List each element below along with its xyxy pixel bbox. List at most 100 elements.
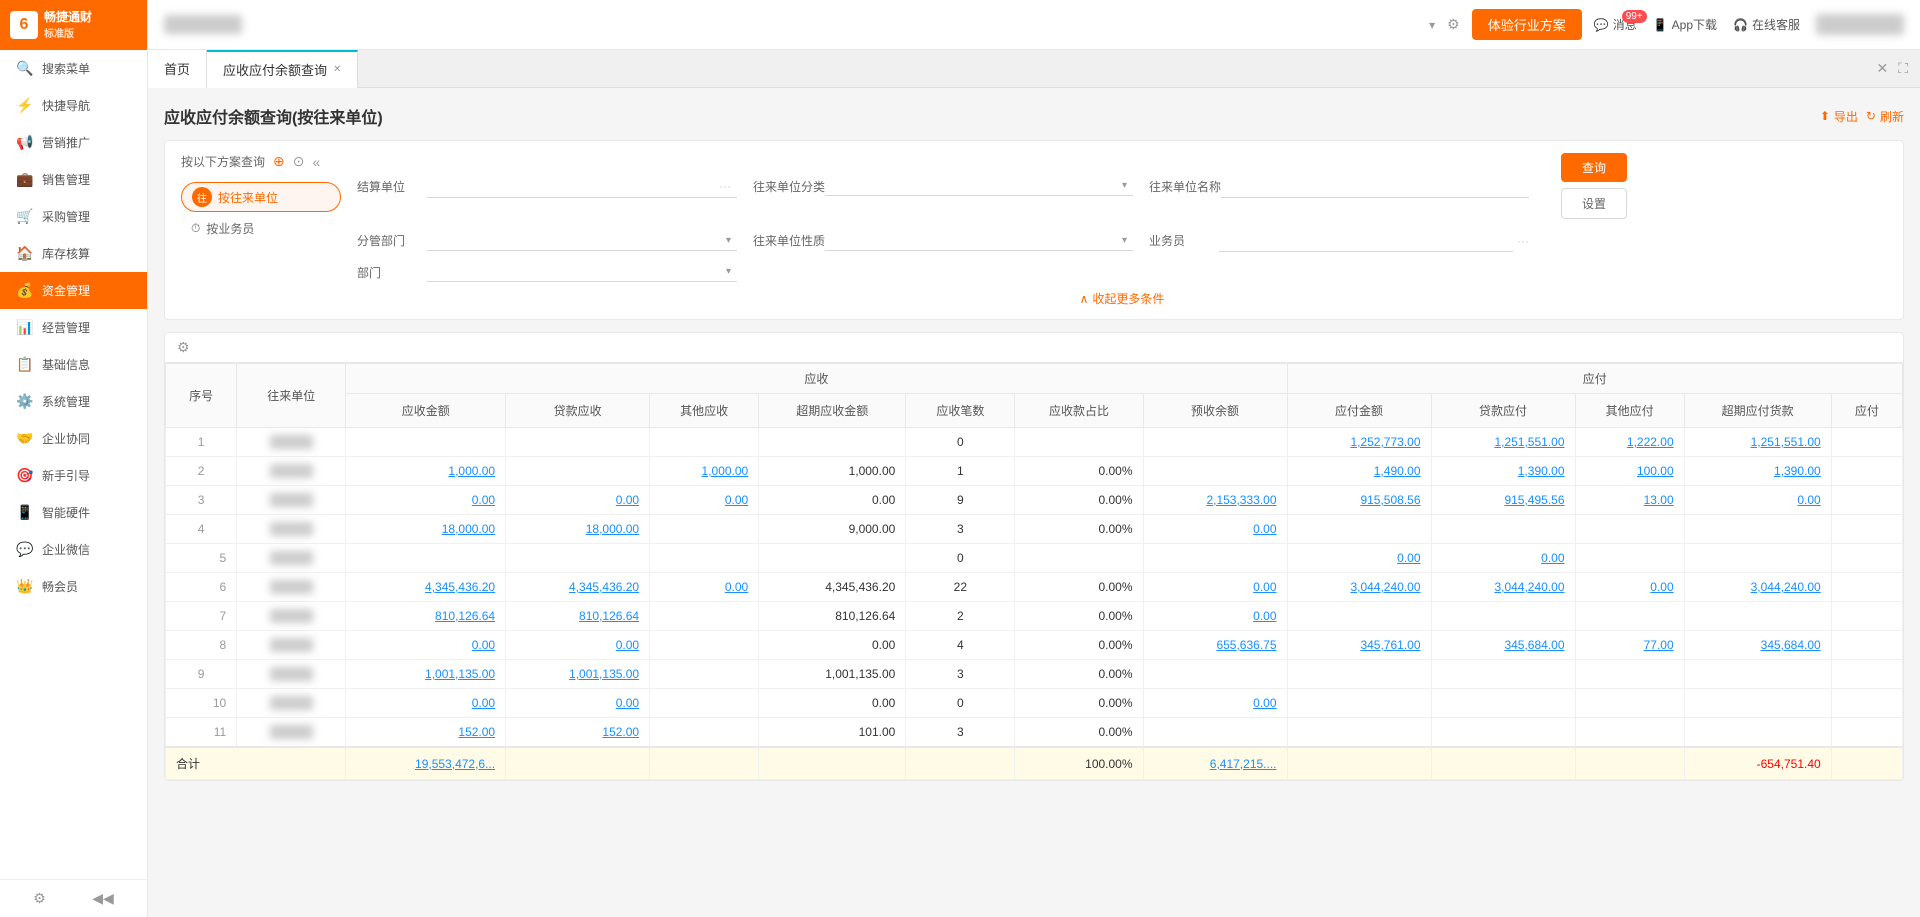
filter-dept-manager: 分管部门 ▾ <box>357 231 737 251</box>
export-label: 导出 <box>1834 108 1858 125</box>
online-service-btn[interactable]: 🎧 在线客服 <box>1733 16 1800 33</box>
col-payable-extra <box>1831 428 1902 457</box>
col-receivable-group: 应收 <box>346 364 1287 394</box>
table-row: 9____1,001,135.001,001,135.001,001,135.0… <box>166 660 1903 689</box>
col-overdue-payable: 超期应付货款 <box>1684 394 1831 428</box>
tab-expand-icon[interactable]: ⛶ <box>1898 60 1908 77</box>
salesperson-label: 业务员 <box>1149 232 1219 249</box>
sidebar-item-label: 营销推广 <box>42 134 90 151</box>
wechat-icon: 💬 <box>16 541 34 558</box>
total-receivable-ratio: 100.00% <box>1015 747 1143 780</box>
tab-home[interactable]: 首页 <box>148 50 207 88</box>
filter-area: 按以下方案查询 ⊕ ⊙ « 往 按往来单位 ⏱ 按业务员 <box>164 140 1904 320</box>
management-icon: 📊 <box>16 319 34 336</box>
sidebar-item-wechat[interactable]: 💬 企业微信 <box>0 531 147 568</box>
download-icon: 📱 <box>1653 18 1668 32</box>
sidebar-item-enterprise[interactable]: 🤝 企业协同 <box>0 420 147 457</box>
col-payable-extra <box>1831 631 1902 660</box>
col-receivable-count: 应收笔数 <box>906 394 1015 428</box>
filter-left-collapse-icon[interactable]: « <box>312 154 320 170</box>
table-row: 5____00.000.00 <box>166 544 1903 573</box>
dept-manager-select[interactable]: ▾ <box>427 231 737 251</box>
collapse-label: 收起更多条件 <box>1092 290 1164 307</box>
quicknav-icon: ⚡ <box>16 97 34 114</box>
sidebar-item-inventory[interactable]: 🏠 库存核算 <box>0 235 147 272</box>
sidebar-item-label: 快捷导航 <box>42 97 90 114</box>
sidebar-item-management[interactable]: 📊 经营管理 <box>0 309 147 346</box>
tab-bar: 首页 应收应付余额查询 ✕ ✕ ⛶ <box>148 50 1920 88</box>
salesperson-dots[interactable]: ··· <box>1517 234 1529 248</box>
total-receivable-amount[interactable]: 19,553,472,6... <box>346 747 506 780</box>
sidebar-item-sales[interactable]: 💼 销售管理 <box>0 161 147 198</box>
partner-nature-select[interactable]: ▾ <box>825 231 1133 251</box>
sidebar-collapse-btn[interactable]: ◀◀ <box>92 890 114 907</box>
total-overdue-receivable <box>759 747 906 780</box>
sidebar-item-basicinfo[interactable]: 📋 基础信息 <box>0 346 147 383</box>
sidebar-item-label: 基础信息 <box>42 356 90 373</box>
filter-add-icon[interactable]: ⊕ <box>273 153 285 170</box>
user-info[interactable]: 用户名称信息 <box>1816 14 1904 35</box>
col-receivable-amount: 应收金额 <box>346 394 506 428</box>
dept-select[interactable]: ▾ <box>427 262 737 282</box>
setting-button[interactable]: 设置 <box>1561 188 1627 219</box>
total-other-receivable <box>650 747 759 780</box>
dept-chevron-icon: ▾ <box>726 266 731 277</box>
table-row: 2____1,000.001,000.001,000.0010.00%1,490… <box>166 457 1903 486</box>
sidebar-item-hardware[interactable]: 📱 智能硬件 <box>0 494 147 531</box>
collapse-more-btn[interactable]: ∧ 收起更多条件 <box>357 290 1887 307</box>
sidebar-item-purchase[interactable]: 🛒 采购管理 <box>0 198 147 235</box>
filter-row-2: 分管部门 ▾ 往来单位性质 ▾ <box>357 229 1887 252</box>
refresh-label: 刷新 <box>1880 108 1904 125</box>
refresh-button[interactable]: ↻ 刷新 <box>1866 108 1904 125</box>
search-icon: 🔍 <box>16 60 34 77</box>
message-icon: 💬 <box>1594 18 1609 32</box>
sidebar-item-marketing[interactable]: 📢 营销推广 <box>0 124 147 161</box>
tab-query[interactable]: 应收应付余额查询 ✕ <box>207 50 358 88</box>
partner-name-input[interactable] <box>1221 175 1529 198</box>
tab-bar-actions: ✕ ⛶ <box>1864 60 1920 77</box>
query-button[interactable]: 查询 <box>1561 153 1627 182</box>
sidebar-item-finance[interactable]: 💰 资金管理 <box>0 272 147 309</box>
message-btn[interactable]: 💬 消息 99+ <box>1594 16 1637 33</box>
sidebar-item-search[interactable]: 🔍 搜索菜单 <box>0 50 147 87</box>
sidebar-item-vip[interactable]: 👑 畅会员 <box>0 568 147 605</box>
col-receivable-ratio: 应收款占比 <box>1015 394 1143 428</box>
sidebar-item-label: 采购管理 <box>42 208 90 225</box>
promo-button[interactable]: 体验行业方案 <box>1472 9 1582 40</box>
logo-icon: 6 <box>10 11 38 39</box>
sidebar-settings-btn[interactable]: ⚙ <box>33 890 46 907</box>
table-settings-icon[interactable]: ⚙ <box>177 339 190 356</box>
scheme-by-salesperson[interactable]: ⏱ 按业务员 <box>181 216 341 241</box>
filter-label: 按以下方案查询 <box>181 153 265 170</box>
sidebar-item-label: 新手引导 <box>42 467 90 484</box>
filter-row-1: 结算单位 ··· 往来单位分类 ▾ <box>357 153 1887 219</box>
tab-close-icon[interactable]: ✕ <box>333 64 341 75</box>
sidebar-item-label: 系统管理 <box>42 393 90 410</box>
settlement-unit-dots[interactable]: ··· <box>719 179 731 193</box>
hardware-icon: 📱 <box>16 504 34 521</box>
sidebar-item-guide[interactable]: 🎯 新手引导 <box>0 457 147 494</box>
breadcrumb-chevron-icon[interactable]: ▾ <box>1429 18 1435 32</box>
filter-scheme-icon[interactable]: ⊙ <box>293 153 305 170</box>
partner-category-chevron-icon: ▾ <box>1122 180 1127 191</box>
partner-category-select[interactable]: ▾ <box>825 176 1133 196</box>
export-button[interactable]: ⬆ 导出 <box>1820 108 1858 125</box>
col-prepaid-balance: 预收余额 <box>1143 394 1287 428</box>
settings-gear-icon[interactable]: ⚙ <box>1447 16 1460 33</box>
total-prepaid-balance[interactable]: 6,417,215.... <box>1143 747 1287 780</box>
sidebar-item-quicknav[interactable]: ⚡ 快捷导航 <box>0 87 147 124</box>
filter-partner-name: 往来单位名称 <box>1149 175 1529 198</box>
scheme-by-partner[interactable]: 往 按往来单位 <box>181 182 341 212</box>
export-icon: ⬆ <box>1820 109 1830 123</box>
partner-category-label: 往来单位分类 <box>753 178 825 195</box>
settlement-unit-input[interactable]: ··· <box>427 175 737 198</box>
breadcrumb-text: 资金管理路径 <box>164 15 242 34</box>
tab-close-window-icon[interactable]: ✕ <box>1876 60 1888 77</box>
sidebar-item-system[interactable]: ⚙️ 系统管理 <box>0 383 147 420</box>
col-payable-extra <box>1831 486 1902 515</box>
salesperson-input[interactable] <box>1219 229 1513 252</box>
guide-icon: 🎯 <box>16 467 34 484</box>
partner-nature-label: 往来单位性质 <box>753 232 825 249</box>
app-download-btn[interactable]: 📱 App下载 <box>1653 16 1717 33</box>
dept-manager-label: 分管部门 <box>357 232 427 249</box>
